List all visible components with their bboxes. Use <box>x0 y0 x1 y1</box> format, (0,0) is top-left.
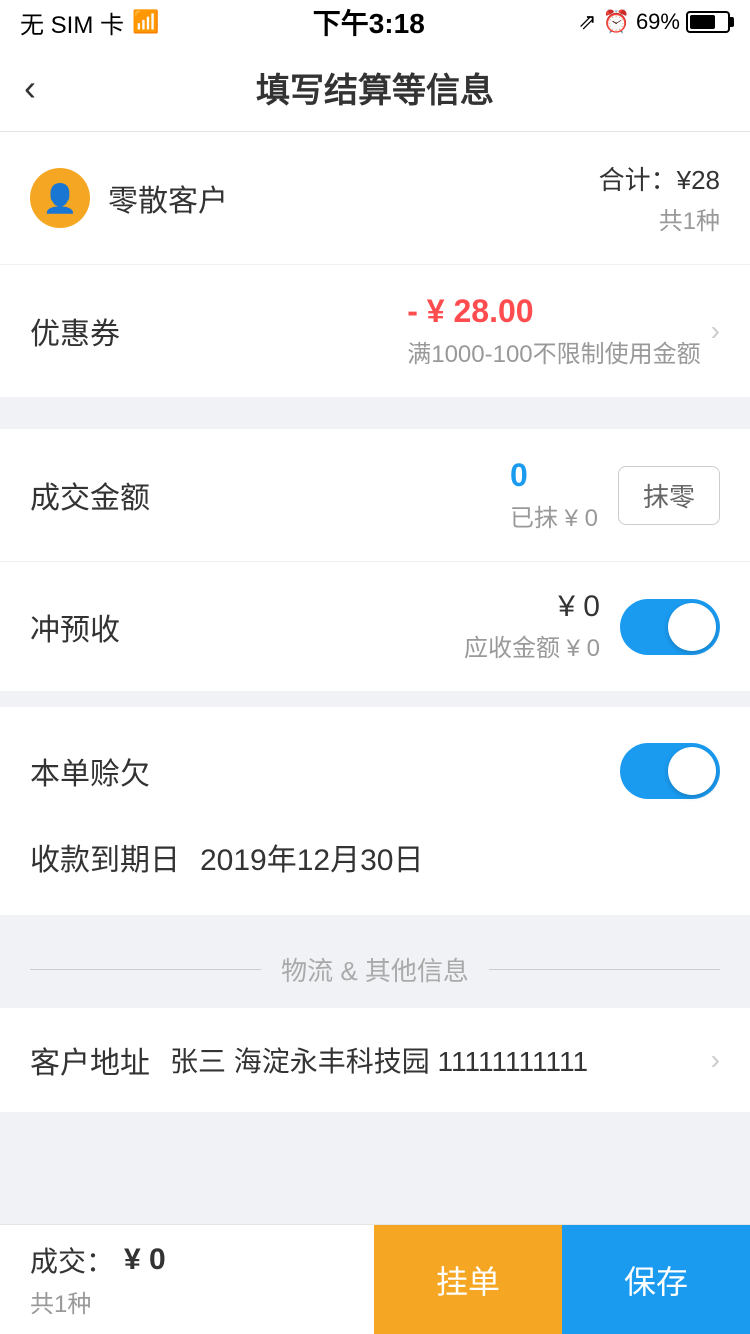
status-right: ⇗ ⏰ 69% <box>578 9 730 35</box>
amount-row: 成交金额 0 已抹 ¥ 0 抹零 <box>0 429 750 561</box>
customer-name: 零散客户 <box>108 176 228 220</box>
address-value: 张三 海淀永丰科技园 11111111111 <box>170 1040 691 1080</box>
coupon-label: 优惠券 <box>30 309 120 353</box>
location-icon: ⇗ <box>578 9 596 35</box>
amount-value: 0 <box>510 457 598 494</box>
prepayment-row: 冲预收 ¥ 0 应收金额 ¥ 0 <box>0 561 750 691</box>
coupon-row[interactable]: 优惠券 - ¥ 28.00 满1000-100不限制使用金额 › <box>0 264 750 397</box>
total-count: 共1种 <box>599 201 720 236</box>
coupon-right: - ¥ 28.00 满1000-100不限制使用金额 › <box>407 293 720 369</box>
transaction-section: 成交金额 0 已抹 ¥ 0 抹零 冲预收 ¥ 0 应收金额 ¥ 0 <box>0 429 750 691</box>
debt-label: 本单赊欠 <box>30 749 150 793</box>
coupon-description: 满1000-100不限制使用金额 <box>407 334 700 369</box>
toggle-knob <box>668 603 716 651</box>
bottom-count: 共1种 <box>30 1284 344 1319</box>
debt-row: 本单赊欠 <box>0 707 750 835</box>
coupon-discount: - ¥ 28.00 <box>407 293 700 330</box>
wifi-icon: 📶 <box>132 9 159 35</box>
divider-line-right <box>489 969 720 970</box>
address-label: 客户地址 <box>30 1038 150 1082</box>
bottom-deal: 成交： ¥ 0 <box>30 1240 344 1280</box>
customer-row: 👤 零散客户 合计：¥28 共1种 <box>0 132 750 264</box>
deal-amount: ¥ 0 <box>124 1243 166 1277</box>
section-divider-1 <box>0 413 750 429</box>
prepayment-label: 冲预收 <box>30 605 120 649</box>
address-chevron-icon: › <box>711 1044 720 1076</box>
save-button[interactable]: 保存 <box>562 1225 750 1334</box>
bottom-bar: 成交： ¥ 0 共1种 挂单 保存 <box>0 1224 750 1334</box>
deal-prefix-label: 成交： <box>30 1240 114 1280</box>
page-title: 填写结算等信息 <box>256 63 494 112</box>
prepayment-toggle[interactable] <box>620 599 720 655</box>
amount-label: 成交金额 <box>30 473 150 517</box>
status-bar: 无 SIM 卡 📶 下午3:18 ⇗ ⏰ 69% <box>0 0 750 44</box>
amount-info: 0 已抹 ¥ 0 <box>510 457 598 533</box>
hang-order-button[interactable]: 挂单 <box>374 1225 562 1334</box>
battery-icon <box>686 11 730 33</box>
nav-bar: ‹ 填写结算等信息 <box>0 44 750 132</box>
divider-line-left <box>30 969 261 970</box>
prepayment-values: ¥ 0 应收金额 ¥ 0 <box>464 590 600 663</box>
amount-sub: 已抹 ¥ 0 <box>510 498 598 533</box>
total-label: 合计：¥28 <box>599 160 720 197</box>
bottom-summary: 成交： ¥ 0 共1种 <box>0 1240 374 1319</box>
prepayment-sub: 应收金额 ¥ 0 <box>464 628 600 663</box>
address-row[interactable]: 客户地址 张三 海淀永丰科技园 11111111111 › <box>0 1008 750 1112</box>
logistics-divider: 物流 & 其他信息 <box>0 931 750 1008</box>
prepayment-right: ¥ 0 应收金额 ¥ 0 <box>464 590 720 663</box>
due-date-value: 2019年12月30日 <box>200 835 423 879</box>
due-date-row: 收款到期日 2019年12月30日 <box>0 835 750 915</box>
chevron-right-icon: › <box>711 315 720 347</box>
alarm-icon: ⏰ <box>603 9 630 35</box>
amount-right: 0 已抹 ¥ 0 抹零 <box>510 457 720 533</box>
time-label: 下午3:18 <box>313 2 425 42</box>
customer-section: 👤 零散客户 合计：¥28 共1种 优惠券 - ¥ 28.00 满1000-10… <box>0 132 750 397</box>
avatar: 👤 <box>30 168 90 228</box>
carrier-label: 无 SIM 卡 <box>20 5 124 40</box>
battery-label: 69% <box>636 9 680 35</box>
customer-total: 合计：¥28 共1种 <box>599 160 720 236</box>
debt-toggle-knob <box>668 747 716 795</box>
due-date-label: 收款到期日 <box>30 835 180 879</box>
back-button[interactable]: ‹ <box>24 67 36 109</box>
debt-section: 本单赊欠 收款到期日 2019年12月30日 <box>0 707 750 915</box>
debt-toggle[interactable] <box>620 743 720 799</box>
round-button[interactable]: 抹零 <box>618 466 720 525</box>
coupon-info: - ¥ 28.00 满1000-100不限制使用金额 <box>407 293 700 369</box>
logistics-label: 物流 & 其他信息 <box>281 951 469 988</box>
status-left: 无 SIM 卡 📶 <box>20 5 159 40</box>
prepayment-amount: ¥ 0 <box>464 590 600 624</box>
customer-info: 👤 零散客户 <box>30 168 228 228</box>
section-divider-2 <box>0 691 750 707</box>
